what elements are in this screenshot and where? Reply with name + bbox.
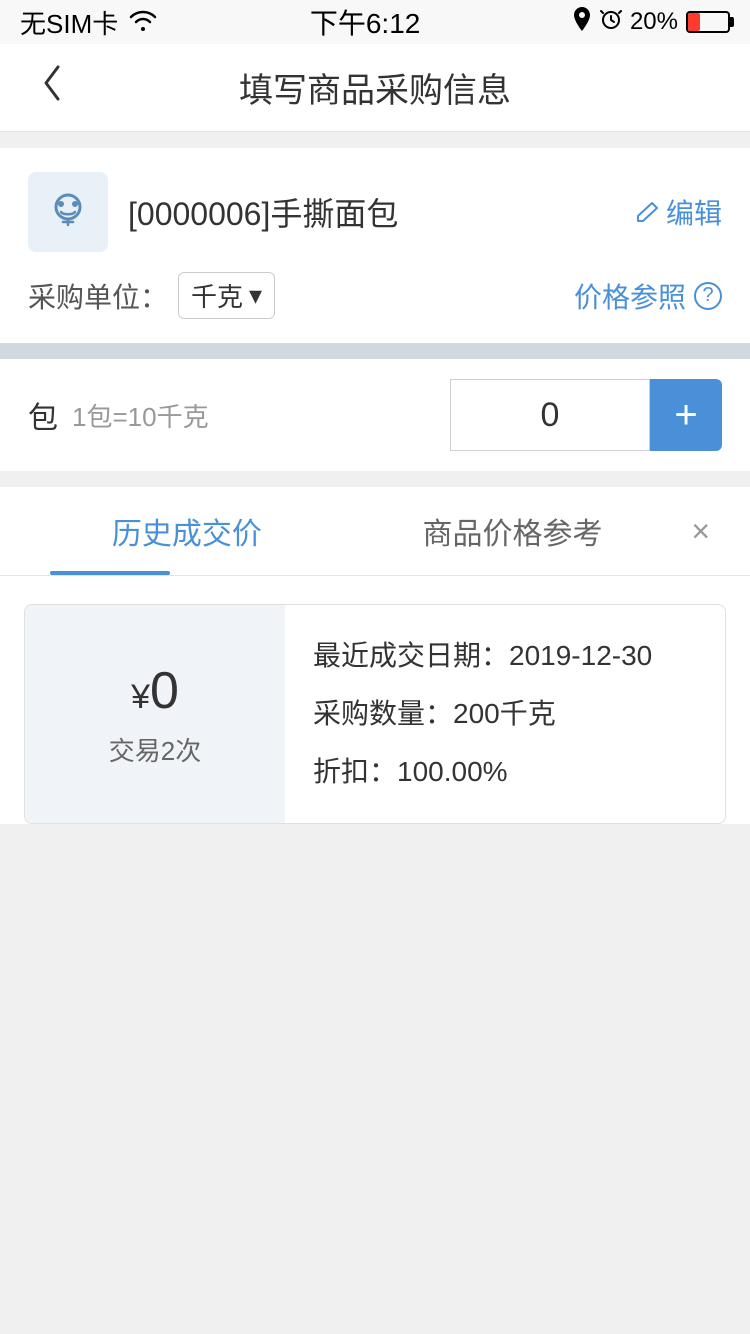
discount-label: 折扣：: [313, 756, 397, 787]
battery-icon: [686, 11, 730, 33]
tabs-row: 历史成交价 商品价格参考 ×: [0, 487, 750, 576]
quantity-plus-button[interactable]: +: [650, 379, 722, 451]
back-button[interactable]: [30, 53, 74, 122]
recent-date-label: 最近成交日期：: [313, 640, 509, 671]
price-right-section: 最近成交日期：2019-12-30 采购数量：200千克 折扣：100.00%: [285, 605, 725, 823]
quantity-input[interactable]: [450, 379, 650, 451]
quantity-unit-badge: 包: [28, 393, 58, 437]
unit-value: 千克: [191, 277, 243, 314]
alarm-icon: [600, 8, 622, 37]
quantity-row: 包 1包=10千克 +: [0, 359, 750, 471]
unit-label: 采购单位：: [28, 276, 168, 316]
quantity-conversion: 1包=10千克: [72, 397, 209, 434]
product-logo: [28, 172, 108, 252]
recent-date-value: 2019-12-30: [509, 640, 652, 671]
dropdown-arrow-icon: ▾: [249, 280, 262, 311]
gray-divider: [0, 343, 750, 359]
price-display: ¥0: [131, 661, 179, 721]
transaction-count: 交易2次: [109, 731, 201, 768]
product-card: [0000006]手撕面包 编辑 采购单位： 千克 ▾ 价格参照 ?: [0, 148, 750, 343]
tab-product-label: 商品价格参考: [422, 518, 602, 551]
discount-value: 100.00%: [397, 756, 508, 787]
wifi-icon: [128, 7, 158, 38]
location-icon: [572, 7, 592, 38]
price-left-section: ¥0 交易2次: [25, 605, 285, 823]
main-content: [0000006]手撕面包 编辑 采购单位： 千克 ▾ 价格参照 ?: [0, 148, 750, 948]
price-ref-label: 价格参照: [574, 276, 686, 316]
page-header: 填写商品采购信息: [0, 44, 750, 132]
edit-button[interactable]: 编辑: [636, 192, 722, 232]
bottom-panel: 历史成交价 商品价格参考 × ¥0 交易2次 最近成交日期：2019-12-30: [0, 487, 750, 824]
help-icon: ?: [694, 282, 722, 310]
unit-select[interactable]: 千克 ▾: [178, 272, 275, 319]
status-left: 无SIM卡: [20, 4, 158, 41]
carrier-text: 无SIM卡: [20, 4, 118, 41]
status-bar: 无SIM卡 下午6:12 20%: [0, 0, 750, 44]
product-left: [0000006]手撕面包: [28, 172, 398, 252]
purchase-qty-value: 200千克: [453, 698, 556, 729]
close-panel-button[interactable]: ×: [675, 503, 726, 560]
page-title: 填写商品采购信息: [239, 63, 511, 112]
currency-symbol: ¥: [131, 678, 150, 716]
quantity-input-group: +: [450, 379, 722, 451]
discount-row: 折扣：100.00%: [313, 751, 697, 793]
status-right: 20%: [572, 7, 730, 38]
tab-history-label: 历史成交价: [112, 518, 262, 551]
product-top-row: [0000006]手撕面包 编辑: [28, 172, 722, 252]
tab-history-price[interactable]: 历史成交价: [24, 487, 350, 575]
unit-section: 采购单位： 千克 ▾: [28, 272, 275, 319]
purchase-qty-row: 采购数量：200千克: [313, 693, 697, 735]
tab-underline: [50, 571, 170, 575]
purchase-qty-label: 采购数量：: [313, 698, 453, 729]
recent-date-row: 最近成交日期：2019-12-30: [313, 635, 697, 677]
price-value: 0: [150, 662, 179, 720]
product-bottom-row: 采购单位： 千克 ▾ 价格参照 ?: [28, 272, 722, 319]
price-reference-button[interactable]: 价格参照 ?: [574, 276, 722, 316]
tab-product-price[interactable]: 商品价格参考: [350, 487, 676, 575]
battery-percentage: 20%: [630, 8, 678, 36]
history-price-card: ¥0 交易2次 最近成交日期：2019-12-30 采购数量：200千克 折扣：…: [24, 604, 726, 824]
quantity-label: 包 1包=10千克: [28, 393, 209, 437]
status-time: 下午6:12: [310, 2, 421, 42]
product-name: [0000006]手撕面包: [128, 189, 398, 235]
edit-label: 编辑: [666, 192, 722, 232]
